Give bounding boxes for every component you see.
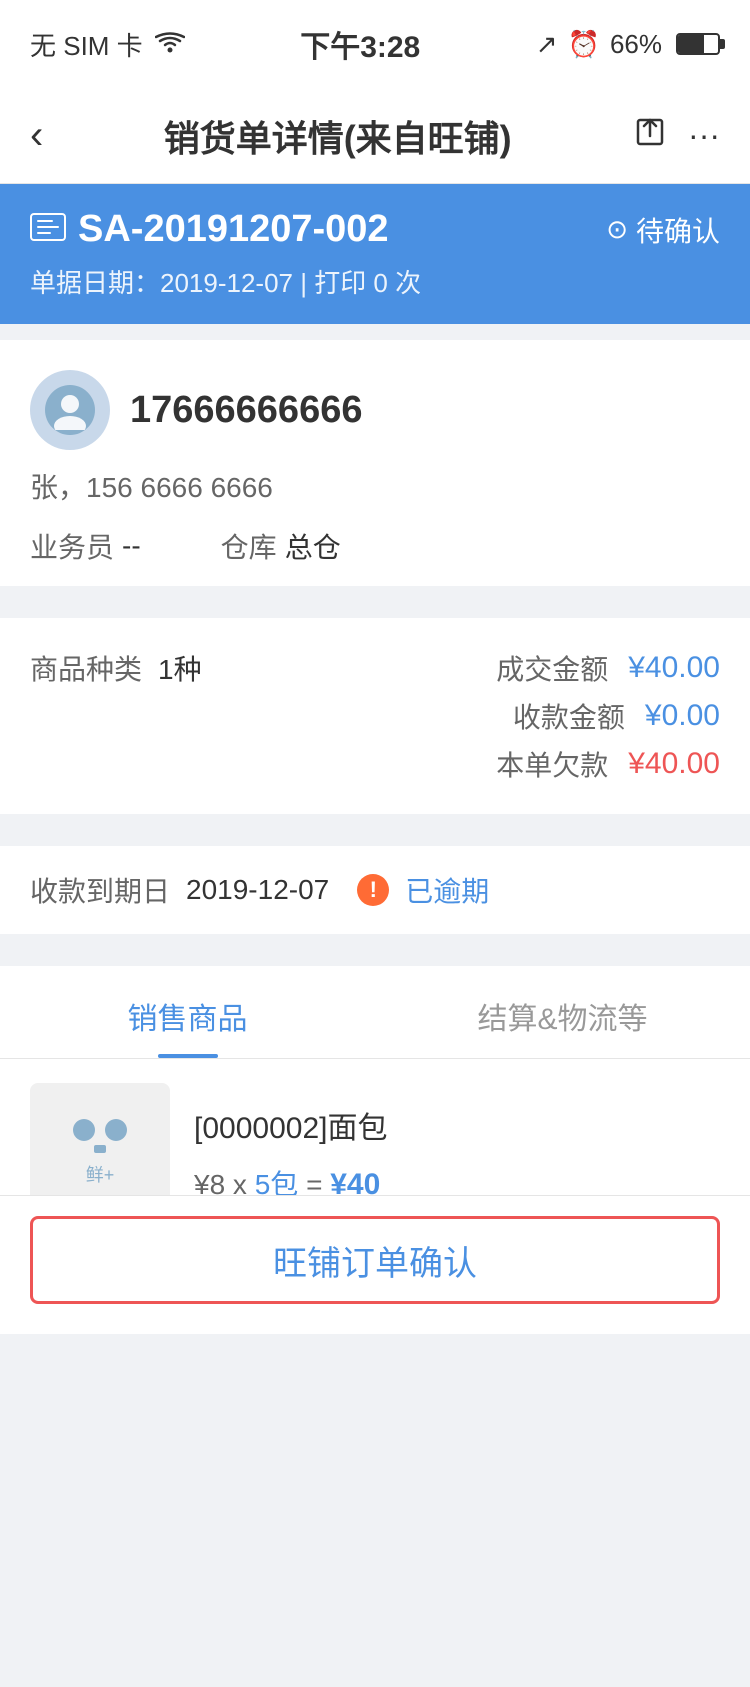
amount-summary: 成交金额 ¥40.00 收款金额 ¥0.00 本单欠款 ¥40.00 (496, 648, 720, 784)
carrier-text: 无 SIM 卡 (30, 26, 143, 63)
warehouse-value: 总仓 (285, 526, 341, 566)
overdue-icon: ! (357, 874, 389, 906)
salesperson-label: 业务员 (30, 526, 114, 566)
tabs-section: 销售商品 结算&物流等 (0, 966, 750, 1059)
deal-amount-value: ¥40.00 (628, 651, 720, 685)
order-id: SA-20191207-002 (30, 208, 389, 251)
divider-3 (0, 830, 750, 846)
payment-amount-value: ¥0.00 (645, 699, 720, 733)
page-title: 销货单详情(来自旺铺) (164, 110, 512, 162)
warehouse-label: 仓库 (221, 526, 277, 566)
location-icon: ↗ (536, 29, 558, 60)
customer-phone: 17666666666 (130, 389, 362, 432)
summary-section: 商品种类 1种 成交金额 ¥40.00 收款金额 ¥0.00 本单欠款 ¥40.… (0, 618, 750, 814)
product-thumb-inner: 鲜+ (73, 1119, 127, 1187)
customer-section: 17666666666 张，156 6666 6666 业务员 -- 仓库 总仓 (0, 340, 750, 586)
divider-4 (0, 950, 750, 966)
status-text: 待确认 (636, 210, 720, 250)
due-date-label: 收款到期日 (30, 870, 170, 910)
battery-text: 66% (610, 29, 662, 60)
brand-text: 鲜+ (86, 1161, 115, 1187)
divider-1 (0, 324, 750, 340)
warehouse-field: 仓库 总仓 (221, 526, 341, 566)
nav-actions: ··· (632, 114, 720, 158)
order-date: 单据日期：2019-12-07 | 打印 0 次 (30, 263, 720, 300)
product-name: [0000002]面包 (194, 1103, 387, 1147)
deal-amount-label: 成交金额 (496, 648, 608, 688)
due-date-section: 收款到期日 2019-12-07 ! 已逾期 (0, 846, 750, 934)
divider-2 (0, 602, 750, 618)
avatar-inner (45, 385, 95, 435)
alarm-icon: ⏰ (568, 29, 600, 60)
owl-eye-left (73, 1119, 95, 1141)
salesperson-field: 业务员 -- (30, 526, 141, 566)
battery-icon (676, 33, 720, 55)
tab-settlement-logistics[interactable]: 结算&物流等 (375, 966, 750, 1058)
confirm-order-button[interactable]: 旺铺订单确认 (30, 1216, 720, 1304)
order-header-card: SA-20191207-002 ⊙ 待确认 单据日期：2019-12-07 | … (0, 184, 750, 324)
bottom-bar: 旺铺订单确认 (0, 1195, 750, 1334)
status-left: 无 SIM 卡 (30, 26, 185, 63)
payment-amount-label: 收款金额 (513, 696, 625, 736)
owl-beak (94, 1145, 106, 1153)
share-button[interactable] (632, 114, 668, 158)
order-icon (30, 208, 66, 251)
payment-amount-row: 收款金额 ¥0.00 (513, 696, 720, 736)
tabs-row: 销售商品 结算&物流等 (0, 966, 750, 1059)
tab-sales-products[interactable]: 销售商品 (0, 966, 375, 1058)
more-button[interactable]: ··· (688, 117, 720, 154)
product-type-label: 商品种类 (30, 648, 142, 688)
nav-bar: ‹ 销货单详情(来自旺铺) ··· (0, 88, 750, 184)
overdue-text: 已逾期 (405, 870, 489, 910)
owl-eye-right (105, 1119, 127, 1141)
deal-amount-row: 成交金额 ¥40.00 (496, 648, 720, 688)
product-details: [0000002]面包 ¥8 x 5包 = ¥40 (194, 1103, 387, 1203)
balance-amount-label: 本单欠款 (496, 744, 608, 784)
status-time: 下午3:28 (300, 22, 420, 66)
wifi-icon (155, 29, 185, 60)
salesperson-value: -- (122, 530, 141, 562)
status-bar: 无 SIM 卡 下午3:28 ↗ ⏰ 66% (0, 0, 750, 88)
customer-meta: 业务员 -- 仓库 总仓 (30, 526, 720, 566)
balance-amount-value: ¥40.00 (628, 747, 720, 781)
due-date-value: 2019-12-07 (186, 874, 329, 906)
balance-amount-row: 本单欠款 ¥40.00 (496, 744, 720, 784)
avatar (30, 370, 110, 450)
product-count-value: 1种 (158, 648, 202, 688)
customer-name: 张，156 6666 6666 (30, 466, 720, 506)
back-button[interactable]: ‹ (30, 113, 43, 158)
clock-icon: ⊙ (606, 214, 628, 245)
product-count-area: 商品种类 1种 (30, 648, 202, 688)
owl-eyes (73, 1119, 127, 1141)
status-right: ↗ ⏰ 66% (536, 29, 720, 60)
bottom-padding (0, 1547, 750, 1687)
order-status-badge: ⊙ 待确认 (606, 210, 720, 250)
